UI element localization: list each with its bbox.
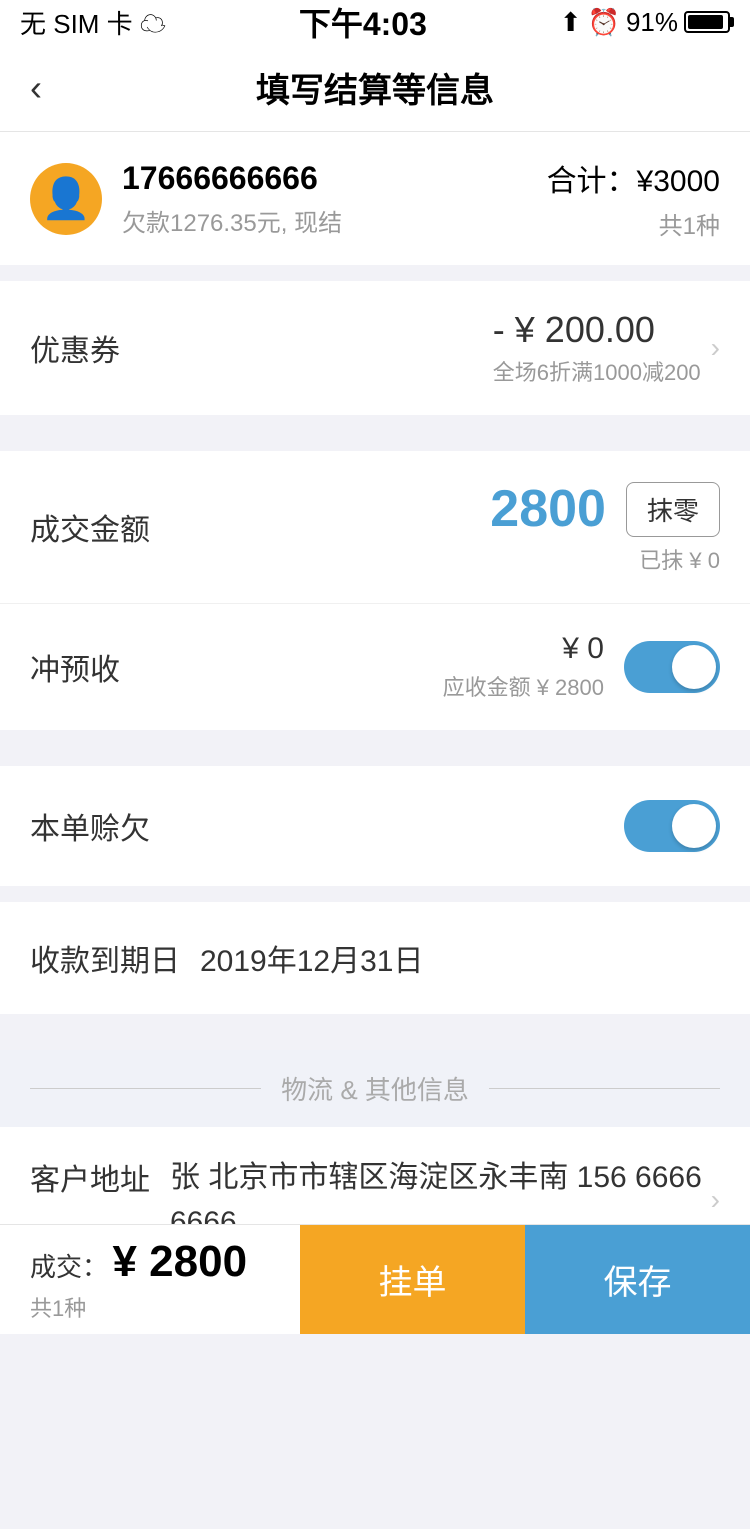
- coupon-right: - ¥ 200.00 全场6折满1000减200 ›: [493, 309, 720, 387]
- user-card: 👤 17666666666 欠款1276.35元, 现结 合计：¥3000 共1…: [0, 132, 750, 265]
- bottom-bar: 成交： ¥ 2800 共1种 挂单 保存: [0, 1224, 750, 1334]
- coupon-row[interactable]: 优惠券 - ¥ 200.00 全场6折满1000减200 ›: [0, 281, 750, 415]
- prepay-sub: 应收金额 ¥ 2800: [443, 670, 604, 702]
- total-amount: 合计：¥3000: [547, 156, 720, 200]
- section-divider-1: [0, 431, 750, 451]
- section-divider-2: [0, 746, 750, 766]
- sep-text: 物流 & 其他信息: [281, 1070, 469, 1107]
- coupon-label: 优惠券: [30, 326, 120, 370]
- total-count: 共1种: [547, 206, 720, 241]
- debit-toggle[interactable]: [624, 800, 720, 852]
- user-debt: 欠款1276.35元, 现结: [122, 203, 342, 238]
- address-arrow-icon: ›: [711, 1184, 720, 1216]
- sep-line-left: [30, 1088, 261, 1089]
- deal-label: 成交金额: [30, 505, 150, 549]
- prepay-row: 冲预收 ¥ 0 应收金额 ¥ 2800: [0, 604, 750, 730]
- battery-icon: [684, 11, 730, 33]
- bottom-deal-label: 成交：: [30, 1252, 108, 1282]
- text-separator: 物流 & 其他信息: [0, 1050, 750, 1127]
- battery-percent: 91%: [626, 7, 678, 38]
- clock-icon: ⏰: [588, 7, 620, 38]
- deal-amount-value: 2800: [490, 479, 606, 539]
- hang-button[interactable]: 挂单: [300, 1225, 525, 1334]
- deal-sub: 已抹 ¥ 0: [490, 543, 720, 575]
- bottom-actions: 挂单 保存: [300, 1225, 750, 1334]
- address-label: 客户地址: [30, 1155, 150, 1199]
- duedate-row: 收款到期日 2019年12月31日: [0, 902, 750, 1014]
- coupon-desc: 全场6折满1000减200: [493, 355, 701, 387]
- bottom-amount: ¥ 2800: [112, 1237, 247, 1286]
- status-bar: 无 SIM 卡 ☁ 下午4:03 ⬆ ⏰ 91%: [0, 0, 750, 44]
- back-button[interactable]: ‹: [20, 57, 52, 119]
- bottom-deal-line: 成交： ¥ 2800: [30, 1237, 270, 1287]
- header: ‹ 填写结算等信息: [0, 44, 750, 132]
- sim-label: 无 SIM 卡 ☁: [20, 4, 166, 41]
- coupon-arrow-icon: ›: [711, 332, 720, 364]
- user-right: 合计：¥3000 共1种: [547, 156, 720, 241]
- user-phone: 17666666666: [122, 160, 342, 197]
- user-left: 👤 17666666666 欠款1276.35元, 现结: [30, 160, 342, 238]
- debit-toggle-knob: [672, 804, 716, 848]
- prepay-amount-col: ¥ 0 应收金额 ¥ 2800: [443, 632, 604, 702]
- toggle-knob: [672, 645, 716, 689]
- sep-line-right: [489, 1088, 720, 1089]
- bottom-count: 共1种: [30, 1291, 270, 1323]
- user-info: 17666666666 欠款1276.35元, 现结: [122, 160, 342, 238]
- prepay-right: ¥ 0 应收金额 ¥ 2800: [443, 632, 720, 702]
- round-button[interactable]: 抹零: [626, 482, 720, 537]
- location-icon: ⬆: [560, 7, 582, 38]
- status-right: ⬆ ⏰ 91%: [560, 7, 730, 38]
- coupon-discount: - ¥ 200.00: [493, 309, 701, 351]
- status-left: 无 SIM 卡 ☁: [20, 4, 166, 41]
- debit-row: 本单赊欠: [0, 766, 750, 886]
- page-title: 填写结算等信息: [256, 63, 494, 112]
- avatar: 👤: [30, 163, 102, 235]
- duedate-label: 收款到期日: [30, 936, 180, 980]
- bottom-summary: 成交： ¥ 2800 共1种: [0, 1237, 300, 1323]
- debit-label: 本单赊欠: [30, 804, 150, 848]
- deal-amount-row: 成交金额 2800 抹零 已抹 ¥ 0: [0, 451, 750, 604]
- prepay-amount: ¥ 0: [443, 632, 604, 666]
- deal-section: 成交金额 2800 抹零 已抹 ¥ 0 冲预收 ¥ 0 应收金额 ¥ 2800: [0, 451, 750, 730]
- duedate-value: 2019年12月31日: [200, 936, 423, 980]
- prepay-label: 冲预收: [30, 645, 120, 689]
- status-time: 下午4:03: [299, 0, 427, 45]
- prepay-toggle[interactable]: [624, 641, 720, 693]
- save-button[interactable]: 保存: [525, 1225, 750, 1334]
- section-divider-3: [0, 1030, 750, 1050]
- deal-value: 2800 抹零: [490, 479, 720, 539]
